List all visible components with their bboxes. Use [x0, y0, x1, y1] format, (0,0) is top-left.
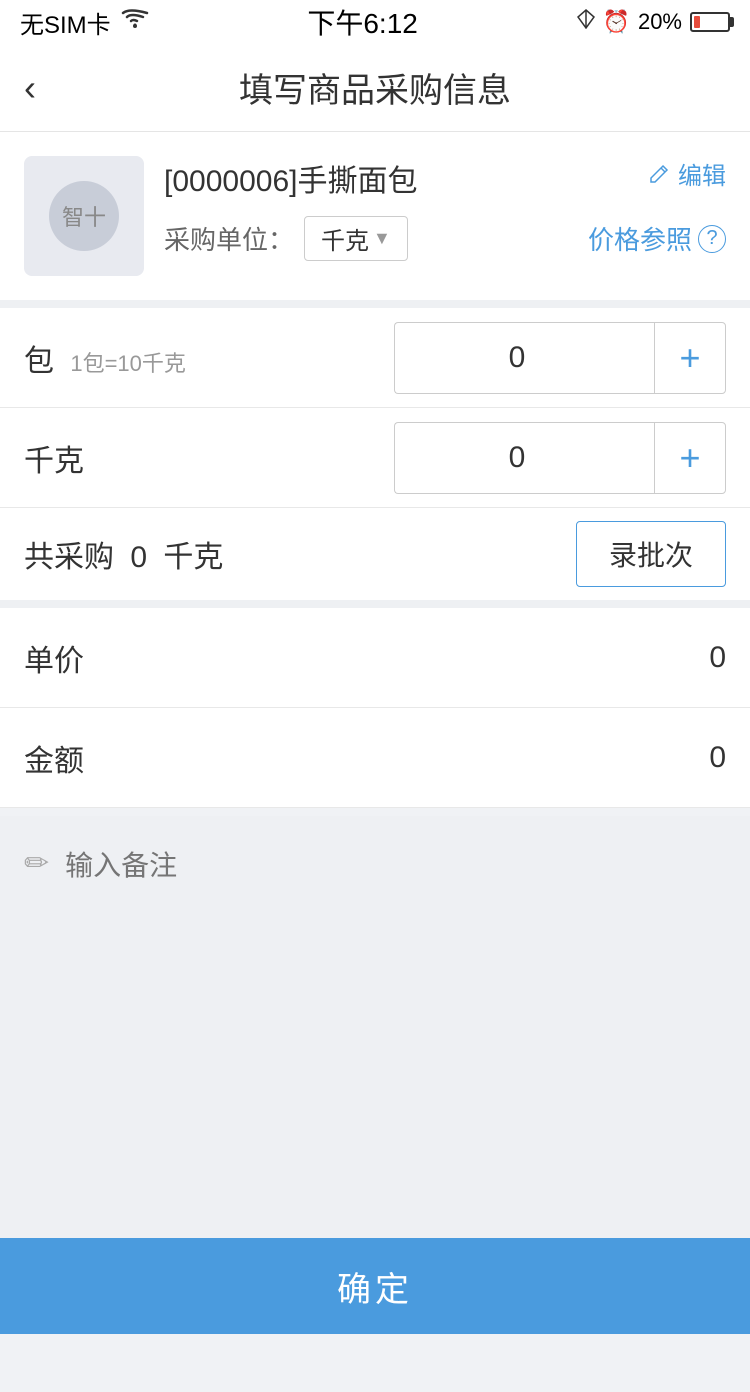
summary-row: 共采购 0 千克 录批次	[0, 508, 750, 608]
unit-select-dropdown[interactable]: 千克 ▼	[304, 216, 408, 261]
edit-button[interactable]: 编辑	[648, 156, 726, 191]
product-name: [0000006]手撕面包	[164, 156, 417, 200]
summary-text: 共采购 0 千克	[24, 532, 223, 576]
product-info: [0000006]手撕面包 编辑 采购单位： 千克 ▼	[164, 156, 726, 261]
product-image: 智十	[24, 156, 144, 276]
bag-quantity-input[interactable]	[394, 322, 654, 394]
product-info-bottom: 采购单位： 千克 ▼ 价格参照 ?	[164, 216, 726, 261]
location-icon	[577, 9, 595, 35]
kg-input-group: +	[394, 422, 726, 494]
remark-input[interactable]	[65, 844, 726, 972]
bag-input-group: +	[394, 322, 726, 394]
status-bar: 无SIM卡 下午6:12 ⏰ 20%	[0, 0, 750, 44]
battery-icon	[690, 12, 730, 32]
status-time: 下午6:12	[307, 2, 418, 42]
unit-price-value: 0	[709, 641, 726, 675]
status-right: ⏰ 20%	[577, 9, 730, 35]
kg-plus-button[interactable]: +	[654, 422, 726, 494]
alarm-icon: ⏰	[603, 9, 630, 35]
page-title: 填写商品采购信息	[239, 63, 511, 112]
back-button[interactable]: ‹	[24, 67, 36, 109]
purchase-unit: 采购单位： 千克 ▼	[164, 216, 408, 261]
kg-quantity-row: 千克 +	[0, 408, 750, 508]
price-reference-button[interactable]: 价格参照 ?	[588, 220, 726, 257]
main-content: 智十 [0000006]手撕面包 编辑 采购单位： 千克	[0, 132, 750, 1392]
remark-section: ✏	[0, 816, 750, 1016]
confirm-button[interactable]: 确定	[0, 1238, 750, 1334]
unit-price-label: 单价	[24, 636, 84, 680]
status-left: 无SIM卡	[20, 5, 149, 40]
wifi-icon	[121, 8, 149, 36]
bag-sublabel: 1包=10千克	[70, 351, 186, 376]
summary-value: 0	[130, 541, 147, 574]
product-logo: 智十	[49, 181, 119, 251]
help-icon: ?	[698, 225, 726, 253]
purchase-unit-label: 采购单位：	[164, 220, 294, 257]
product-card: 智十 [0000006]手撕面包 编辑 采购单位： 千克	[0, 132, 750, 308]
kg-quantity-input[interactable]	[394, 422, 654, 494]
pencil-icon: ✏	[24, 846, 49, 881]
unit-price-row: 单价 0	[0, 608, 750, 708]
bag-label: 包 1包=10千克	[24, 336, 186, 380]
bag-plus-button[interactable]: +	[654, 322, 726, 394]
product-info-header: [0000006]手撕面包 编辑	[164, 156, 726, 200]
battery-percent: 20%	[638, 9, 682, 35]
kg-label: 千克	[24, 436, 84, 480]
bag-quantity-row: 包 1包=10千克 +	[0, 308, 750, 408]
batch-record-button[interactable]: 录批次	[576, 521, 726, 587]
amount-row: 金额 0	[0, 708, 750, 808]
amount-label: 金额	[24, 736, 84, 780]
carrier-label: 无SIM卡	[20, 5, 111, 40]
chevron-down-icon: ▼	[373, 228, 391, 249]
amount-value: 0	[709, 741, 726, 775]
nav-bar: ‹ 填写商品采购信息	[0, 44, 750, 132]
unit-value: 千克	[321, 221, 369, 256]
detail-section: 单价 0 金额 0	[0, 608, 750, 808]
quantity-input-section: 包 1包=10千克 + 千克 +	[0, 308, 750, 508]
product-logo-text: 智十	[62, 200, 106, 232]
price-ref-label: 价格参照	[588, 220, 692, 257]
